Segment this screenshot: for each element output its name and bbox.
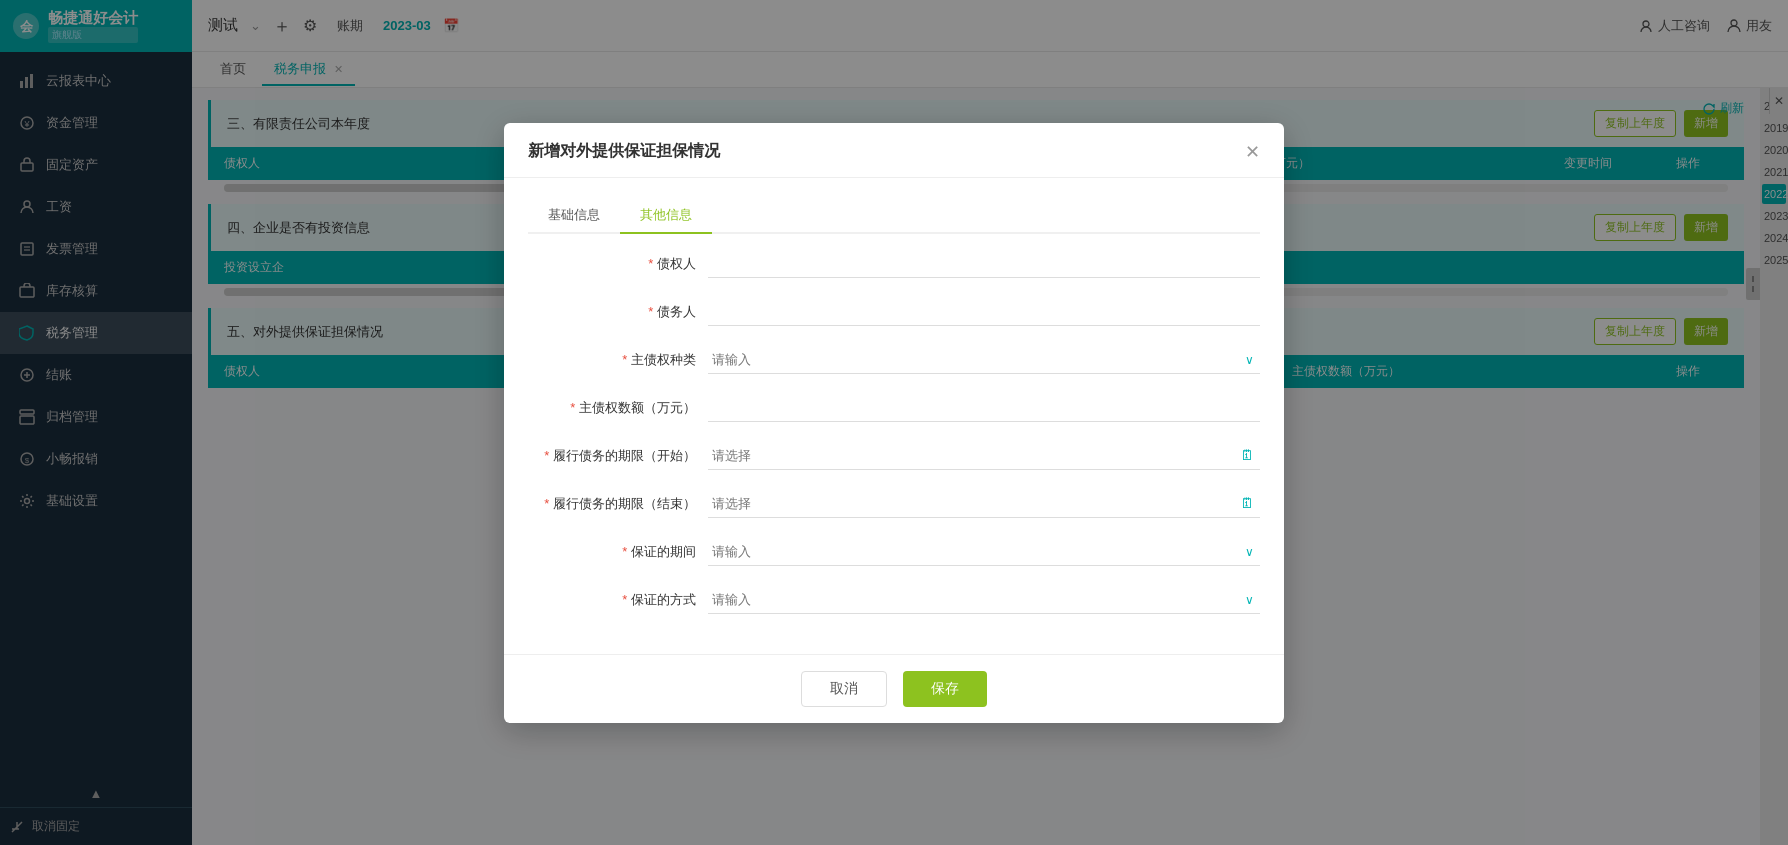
form-row-guarantee-period: * 保证的期间 ∨ — [528, 538, 1260, 566]
form-row-debtor: * 债务人 — [528, 298, 1260, 326]
dialog-tab-basic[interactable]: 基础信息 — [528, 198, 620, 234]
debt-type-label: * 主债权种类 — [528, 351, 708, 369]
creditor-input[interactable] — [708, 250, 1260, 278]
dialog-header: 新增对外提供保证担保情况 ✕ — [504, 123, 1284, 178]
creditor-label: * 债权人 — [528, 255, 708, 273]
form-row-period-start: * 履行债务的期限（开始） 🗓 — [528, 442, 1260, 470]
period-end-input[interactable] — [708, 490, 1234, 517]
debtor-input[interactable] — [708, 298, 1260, 326]
dialog: 新增对外提供保证担保情况 ✕ 基础信息 其他信息 * 债权人 — [504, 123, 1284, 723]
dialog-tab-other[interactable]: 其他信息 — [620, 198, 712, 234]
form-row-guarantee-method: * 保证的方式 ∨ — [528, 586, 1260, 614]
period-start-calendar-icon[interactable]: 🗓 — [1234, 447, 1260, 463]
period-start-label: * 履行债务的期限（开始） — [528, 447, 708, 465]
form-row-debt-type: * 主债权种类 ∨ — [528, 346, 1260, 374]
dialog-tabs: 基础信息 其他信息 — [528, 198, 1260, 234]
dialog-title: 新增对外提供保证担保情况 — [528, 141, 720, 162]
dialog-close-button[interactable]: ✕ — [1245, 141, 1260, 163]
dialog-overlay[interactable]: 新增对外提供保证担保情况 ✕ 基础信息 其他信息 * 债权人 — [0, 0, 1788, 845]
form-row-creditor: * 债权人 — [528, 250, 1260, 278]
debt-amount-input[interactable] — [708, 394, 1260, 422]
form-row-debt-amount: * 主债权数额（万元） — [528, 394, 1260, 422]
guarantee-method-label: * 保证的方式 — [528, 591, 708, 609]
dialog-footer: 取消 保存 — [504, 654, 1284, 723]
guarantee-method-input[interactable] — [708, 586, 1260, 614]
save-button[interactable]: 保存 — [903, 671, 987, 707]
debt-amount-label: * 主债权数额（万元） — [528, 399, 708, 417]
dialog-body: 基础信息 其他信息 * 债权人 * 债务人 — [504, 178, 1284, 654]
period-end-calendar-icon[interactable]: 🗓 — [1234, 495, 1260, 511]
cancel-button[interactable]: 取消 — [801, 671, 887, 707]
period-end-label: * 履行债务的期限（结束） — [528, 495, 708, 513]
form-row-period-end: * 履行债务的期限（结束） 🗓 — [528, 490, 1260, 518]
guarantee-period-input[interactable] — [708, 538, 1260, 566]
guarantee-period-label: * 保证的期间 — [528, 543, 708, 561]
debt-type-input[interactable] — [708, 346, 1260, 374]
period-start-input[interactable] — [708, 442, 1234, 469]
debtor-label: * 债务人 — [528, 303, 708, 321]
